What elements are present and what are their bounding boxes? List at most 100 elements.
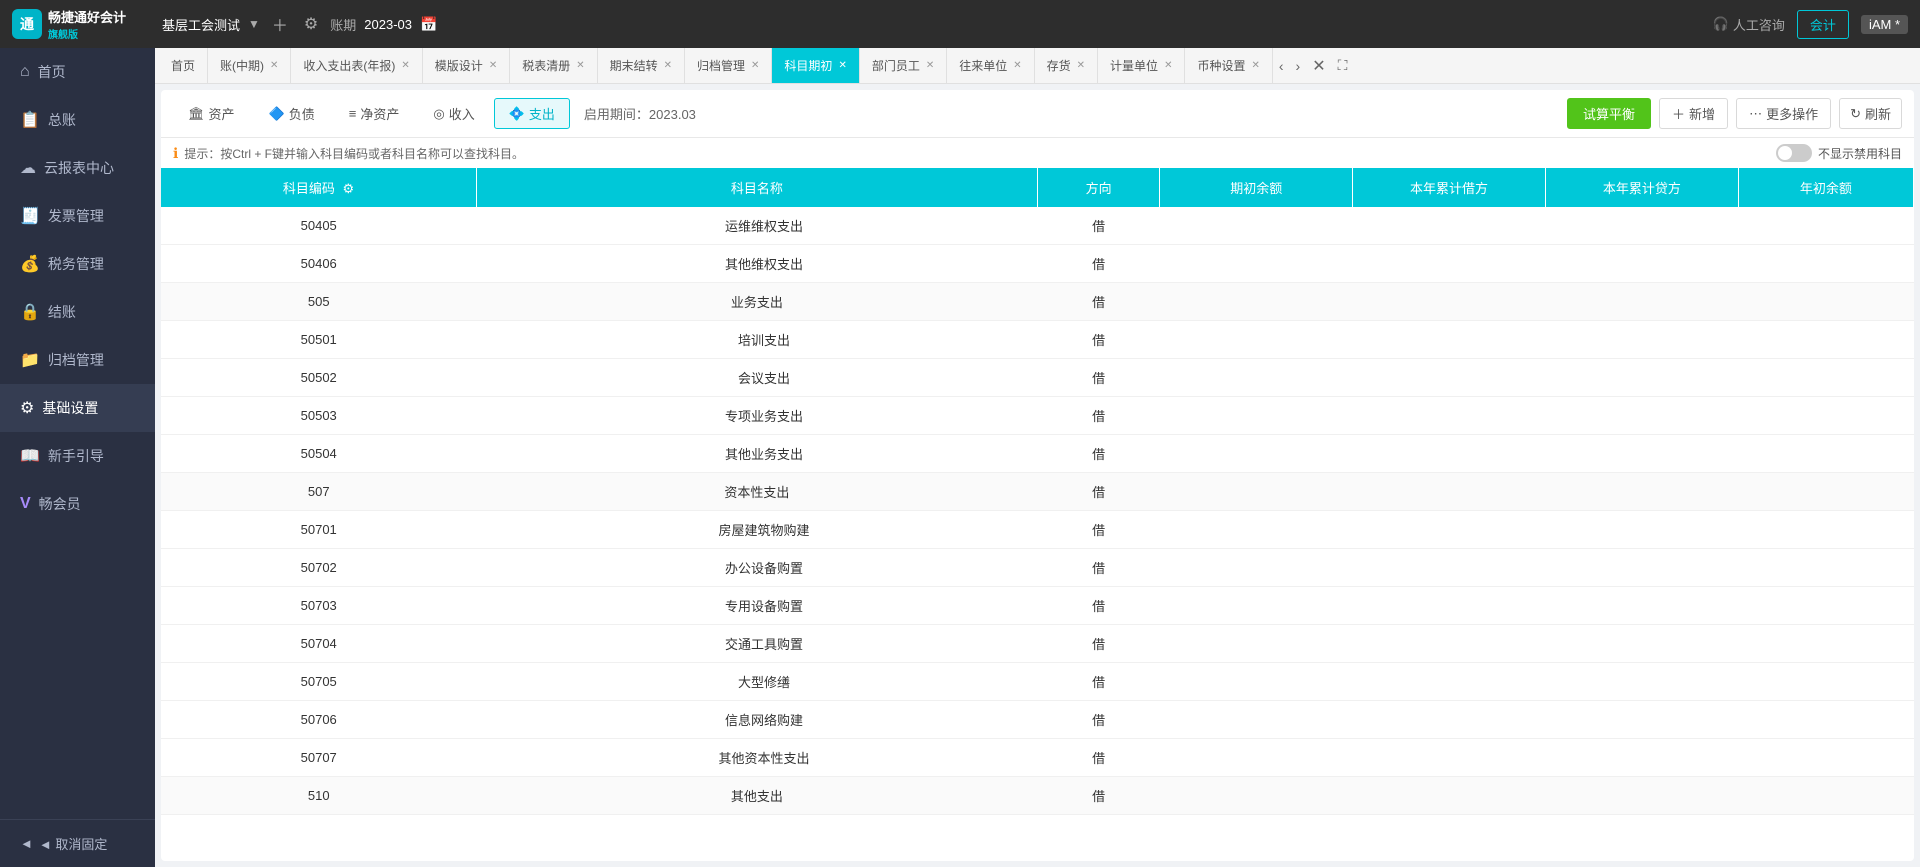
calc-balance-button[interactable]: 试算平衡 (1567, 98, 1651, 129)
cell-credit[interactable] (1545, 245, 1738, 283)
cell-debit[interactable] (1353, 283, 1546, 321)
cell-credit[interactable] (1545, 625, 1738, 663)
company-dropdown-icon[interactable]: ▼ (248, 17, 260, 31)
table-row[interactable]: 50405 运维维权支出 借 (161, 207, 1914, 245)
tab-period-end[interactable]: 期末结转 ✕ (598, 48, 685, 84)
cell-debit[interactable] (1353, 587, 1546, 625)
cell-debit[interactable] (1353, 511, 1546, 549)
cell-balance[interactable] (1160, 283, 1353, 321)
tab-close-dept-staff[interactable]: ✕ (926, 60, 934, 71)
tab-archive-mgmt[interactable]: 归档管理 ✕ (685, 48, 772, 84)
table-row[interactable]: 507 资本性支出 借 (161, 473, 1914, 511)
tab-next-button[interactable]: › (1290, 48, 1307, 84)
cell-debit[interactable] (1353, 473, 1546, 511)
tab-close-tax-list[interactable]: ✕ (576, 60, 584, 71)
add-button[interactable]: ＋ 新增 (1659, 98, 1728, 129)
cell-year-balance[interactable] (1738, 739, 1913, 777)
cell-year-balance[interactable] (1738, 587, 1913, 625)
tab-close-unit[interactable]: ✕ (1164, 60, 1172, 71)
cell-debit[interactable] (1353, 359, 1546, 397)
cell-balance[interactable] (1160, 701, 1353, 739)
cell-year-balance[interactable] (1738, 397, 1913, 435)
cell-year-balance[interactable] (1738, 359, 1913, 397)
cell-credit[interactable] (1545, 739, 1738, 777)
cell-credit[interactable] (1545, 549, 1738, 587)
cell-year-balance[interactable] (1738, 245, 1913, 283)
cell-debit[interactable] (1353, 207, 1546, 245)
cell-credit[interactable] (1545, 587, 1738, 625)
ai-consult-button[interactable]: 🎧 人工咨询 (1713, 15, 1785, 34)
calendar-icon[interactable]: 📅 (420, 16, 437, 33)
cell-year-balance[interactable] (1738, 473, 1913, 511)
table-row[interactable]: 50705 大型修缮 借 (161, 663, 1914, 701)
cell-credit[interactable] (1545, 359, 1738, 397)
cell-year-balance[interactable] (1738, 207, 1913, 245)
cell-debit[interactable] (1353, 397, 1546, 435)
cell-year-balance[interactable] (1738, 701, 1913, 739)
tab-close-currency[interactable]: ✕ (1251, 60, 1259, 71)
table-row[interactable]: 50504 其他业务支出 借 (161, 435, 1914, 473)
tab-close-archive-mgmt[interactable]: ✕ (751, 60, 759, 71)
cell-credit[interactable] (1545, 701, 1738, 739)
tab-unit[interactable]: 计量单位 ✕ (1098, 48, 1185, 84)
table-row[interactable]: 510 其他支出 借 (161, 777, 1914, 815)
cell-year-balance[interactable] (1738, 511, 1913, 549)
cell-debit[interactable] (1353, 549, 1546, 587)
tab-close-mid-period[interactable]: ✕ (270, 60, 278, 71)
cell-debit[interactable] (1353, 739, 1546, 777)
tab-annual-report[interactable]: 收入支出表(年报) ✕ (291, 48, 422, 84)
filter-tab-liability[interactable]: 🔷 负债 (254, 98, 330, 129)
cell-credit[interactable] (1545, 283, 1738, 321)
cell-debit[interactable] (1353, 663, 1546, 701)
cell-debit[interactable] (1353, 321, 1546, 359)
cell-year-balance[interactable] (1738, 321, 1913, 359)
table-row[interactable]: 50701 房屋建筑物购建 借 (161, 511, 1914, 549)
cell-balance[interactable] (1160, 663, 1353, 701)
filter-tab-asset[interactable]: 🏛 资产 (173, 98, 250, 129)
table-row[interactable]: 50703 专用设备购置 借 (161, 587, 1914, 625)
sidebar-item-general-ledger[interactable]: 📋 总账 (0, 96, 155, 144)
cell-balance[interactable] (1160, 207, 1353, 245)
cell-debit[interactable] (1353, 777, 1546, 815)
tab-home[interactable]: 首页 (159, 48, 208, 84)
table-row[interactable]: 505 业务支出 借 (161, 283, 1914, 321)
toggle-disabled-accounts[interactable] (1776, 144, 1812, 162)
tab-close-annual-report[interactable]: ✕ (401, 60, 409, 71)
sidebar-item-settings[interactable]: ⚙ 基础设置 (0, 384, 155, 432)
table-row[interactable]: 50501 培训支出 借 (161, 321, 1914, 359)
cell-credit[interactable] (1545, 663, 1738, 701)
tab-close-all-button[interactable]: ✕ (1306, 56, 1331, 76)
tab-close-template[interactable]: ✕ (489, 60, 497, 71)
tab-tax-list[interactable]: 税表清册 ✕ (510, 48, 597, 84)
cell-credit[interactable] (1545, 473, 1738, 511)
cell-debit[interactable] (1353, 701, 1546, 739)
sidebar-item-invoice[interactable]: 🧾 发票管理 (0, 192, 155, 240)
table-row[interactable]: 50704 交通工具购置 借 (161, 625, 1914, 663)
more-actions-button[interactable]: ⋯ 更多操作 (1736, 98, 1831, 129)
sidebar-item-member[interactable]: V 畅会员 (0, 480, 155, 528)
account-type-button[interactable]: 会计 (1797, 10, 1849, 39)
sidebar-item-archive[interactable]: 📁 归档管理 (0, 336, 155, 384)
cell-balance[interactable] (1160, 397, 1353, 435)
cell-year-balance[interactable] (1738, 663, 1913, 701)
tab-mid-period[interactable]: 账(中期) ✕ (208, 48, 291, 84)
cell-balance[interactable] (1160, 245, 1353, 283)
sidebar-collapse-button[interactable]: ◄ ◄ 取消固定 (0, 819, 155, 867)
cell-balance[interactable] (1160, 549, 1353, 587)
tab-dept-staff[interactable]: 部门员工 ✕ (860, 48, 947, 84)
cell-balance[interactable] (1160, 473, 1353, 511)
table-row[interactable]: 50502 会议支出 借 (161, 359, 1914, 397)
cell-balance[interactable] (1160, 777, 1353, 815)
filter-tab-income[interactable]: ◎ 收入 (418, 98, 489, 129)
cell-balance[interactable] (1160, 321, 1353, 359)
cell-balance[interactable] (1160, 435, 1353, 473)
settings-icon-col[interactable]: ⚙ (342, 181, 354, 196)
sidebar-item-closing[interactable]: 🔒 结账 (0, 288, 155, 336)
cell-credit[interactable] (1545, 777, 1738, 815)
table-row[interactable]: 50707 其他资本性支出 借 (161, 739, 1914, 777)
sidebar-item-tax[interactable]: 💰 税务管理 (0, 240, 155, 288)
tab-prev-button[interactable]: ‹ (1273, 48, 1290, 84)
add-tab-button[interactable]: ＋ (268, 12, 292, 36)
cell-credit[interactable] (1545, 321, 1738, 359)
cell-debit[interactable] (1353, 245, 1546, 283)
